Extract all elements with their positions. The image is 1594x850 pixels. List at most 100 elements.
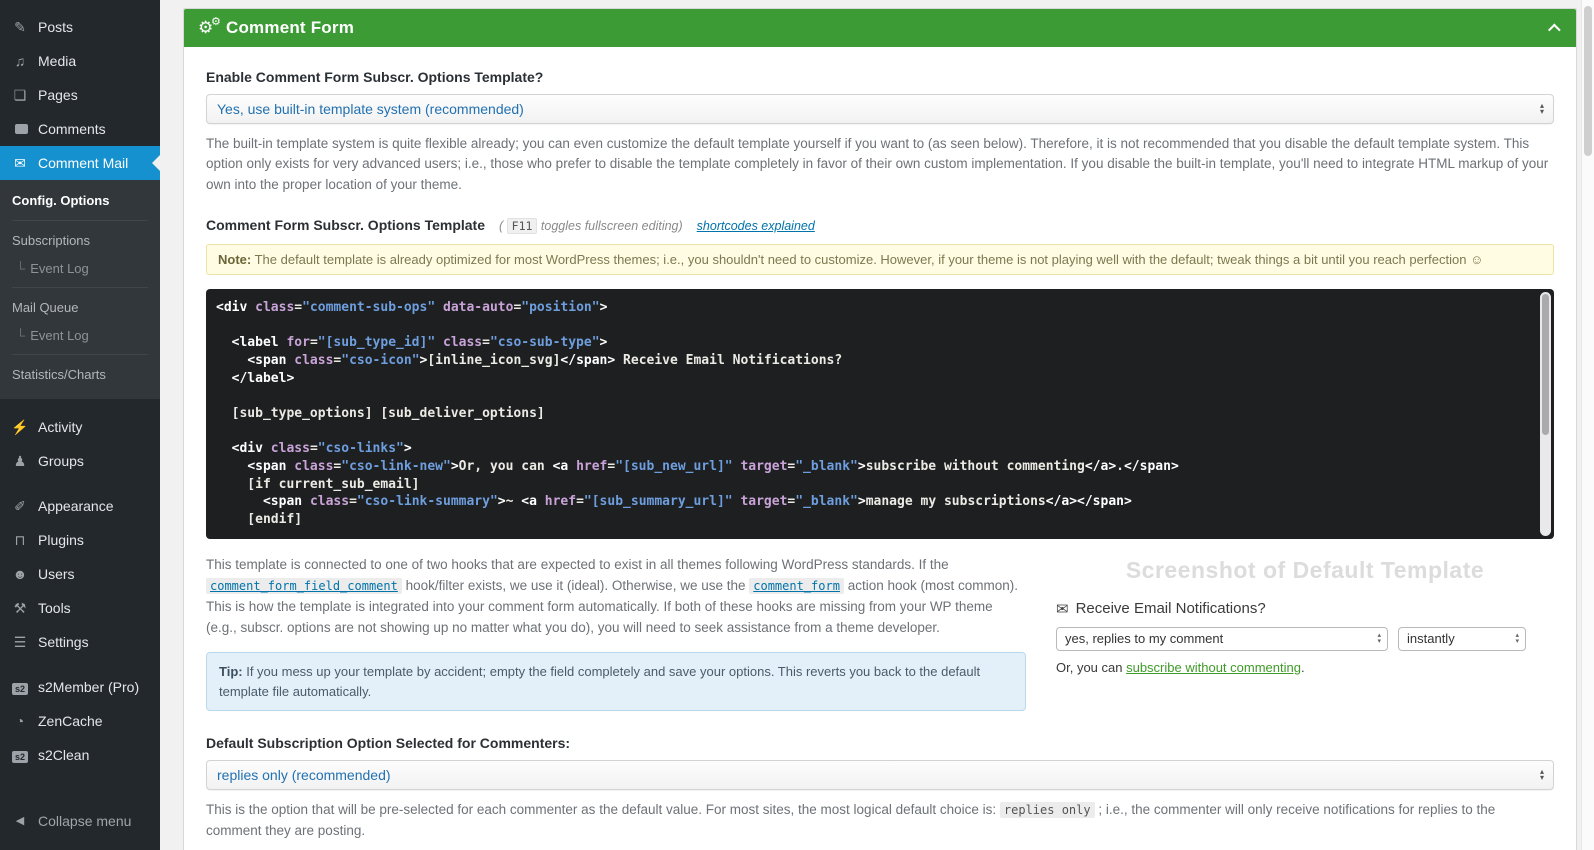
- sidebar-item-posts[interactable]: ✎ Posts: [0, 10, 160, 44]
- collapse-arrow-icon: ◀: [15, 814, 25, 827]
- comment-form-panel-header[interactable]: ⚙ ⚙ Comment Form: [184, 9, 1576, 47]
- groups-people-icon: ♟: [13, 453, 27, 469]
- preview-envelope-icon: ✉: [1056, 600, 1069, 618]
- tip-box: Tip: If you mess up your template by acc…: [206, 652, 1026, 712]
- sidebar-item-users[interactable]: ☻ Users: [0, 557, 160, 591]
- submenu-item-subscriptions-event-log[interactable]: └ Event Log: [0, 255, 160, 282]
- note-text: The default template is already optimize…: [251, 251, 1484, 267]
- sidebar-item-s2member-label: s2Member (Pro): [38, 679, 140, 695]
- fullscreen-hint: ( F11 toggles fullscreen editing): [499, 217, 683, 234]
- select-arrows-icon: ▴ ▾: [1539, 767, 1544, 783]
- sidebar-item-zencache[interactable]: ◔ ZenCache: [0, 704, 160, 738]
- preview-receive-notifications-label: ✉ Receive Email Notifications?: [1056, 600, 1266, 618]
- submenu-item-statistics-charts[interactable]: Statistics/Charts: [0, 360, 160, 389]
- default-subscription-option-label: Default Subscription Option Selected for…: [206, 735, 571, 752]
- note-box: Note: The default template is already op…: [206, 243, 1554, 275]
- admin-sidebar: ✎ Posts ♫ Media ❏ Pages Comments ✉ Comme…: [0, 0, 160, 850]
- main-content: ⚙ ⚙ Comment Form Enable Comment Form Sub…: [160, 0, 1594, 850]
- enable-template-select-value: Yes, use built-in template system (recom…: [217, 101, 524, 117]
- shortcodes-explained-link[interactable]: shortcodes explained: [697, 219, 815, 233]
- sidebar-item-appearance-label: Appearance: [38, 498, 114, 514]
- sidebar-item-comments[interactable]: Comments: [0, 112, 160, 146]
- submenu-item-mail-queue-event-log[interactable]: └ Event Log: [0, 322, 160, 349]
- tree-branch-icon: └: [16, 328, 26, 343]
- sidebar-item-settings[interactable]: ☰ Settings: [0, 625, 160, 659]
- sidebar-item-pages-label: Pages: [38, 87, 78, 103]
- preview-watermark-title: Screenshot of Default Template: [1125, 556, 1485, 583]
- sidebar-item-zencache-label: ZenCache: [38, 713, 103, 729]
- s2clean-logo-icon: s2: [11, 751, 28, 763]
- sidebar-item-media[interactable]: ♫ Media: [0, 44, 160, 78]
- pushpin-posts-icon: ✎: [14, 19, 26, 35]
- chevron-up-icon: [1547, 23, 1561, 36]
- submenu-separator: [12, 287, 148, 288]
- activity-bolt-icon: ⚡: [11, 419, 29, 435]
- f11-key-chip: F11: [506, 217, 538, 234]
- default-subscription-option-select[interactable]: replies only (recommended) ▴ ▾: [206, 760, 1554, 791]
- default-subscription-option-description: This is the option that will be pre-sele…: [206, 802, 1496, 838]
- enable-template-label: Enable Comment Form Subscr. Options Temp…: [206, 69, 544, 85]
- comment-form-field-comment-hook-link[interactable]: comment_form_field_comment: [206, 577, 402, 594]
- collapse-panel-button[interactable]: [1541, 17, 1562, 40]
- template-code-editor[interactable]: <div class="comment-sub-ops" data-auto="…: [206, 288, 1554, 539]
- replies-only-code-chip: replies only: [999, 802, 1095, 819]
- template-code[interactable]: <div class="comment-sub-ops" data-auto="…: [216, 299, 1526, 529]
- appearance-brush-icon: ✐: [14, 498, 26, 514]
- submenu-separator: [12, 354, 148, 355]
- comment-mail-submenu: Config. Options Subscriptions └ Event Log…: [0, 180, 160, 399]
- plugins-plug-icon: ⊓: [14, 532, 26, 548]
- sidebar-item-s2member[interactable]: s2 s2Member (Pro): [0, 670, 160, 704]
- below-editor-columns: This template is connected to one of two…: [206, 555, 1554, 712]
- sidebar-item-groups[interactable]: ♟ Groups: [0, 444, 160, 478]
- sidebar-item-posts-label: Posts: [38, 19, 74, 35]
- sidebar-item-activity[interactable]: ⚡ Activity: [0, 410, 160, 444]
- users-person-icon: ☻: [12, 566, 28, 582]
- preview-subscribe-line: Or, you can subscribe without commenting…: [1056, 659, 1305, 675]
- sidebar-item-plugins[interactable]: ⊓ Plugins: [0, 523, 160, 557]
- tip-label: Tip:: [219, 664, 243, 680]
- preview-delivery-select: instantly ▴ ▾: [1398, 626, 1526, 651]
- wordpress-admin-page: { "colors": { "sidebar_bg": "#23282d", "…: [0, 0, 1594, 850]
- speech-bubble-icon: [14, 124, 28, 134]
- enable-template-select[interactable]: Yes, use built-in template system (recom…: [206, 94, 1554, 124]
- page-scrollbar[interactable]: [1581, 0, 1594, 850]
- comment-form-panel: ⚙ ⚙ Comment Form Enable Comment Form Sub…: [183, 8, 1577, 850]
- sidebar-item-media-label: Media: [38, 53, 77, 69]
- settings-sliders-icon: ☰: [13, 634, 27, 650]
- template-heading: Comment Form Subscr. Options Template: [206, 216, 486, 233]
- preview-subscribe-link: subscribe without commenting: [1126, 659, 1301, 675]
- template-heading-row: Comment Form Subscr. Options Template ( …: [206, 216, 1554, 234]
- sidebar-item-groups-label: Groups: [38, 453, 84, 469]
- sidebar-item-comment-mail-label: Comment Mail: [38, 155, 129, 171]
- submenu-item-mail-queue[interactable]: Mail Queue: [0, 293, 160, 322]
- submenu-item-subscriptions[interactable]: Subscriptions: [0, 226, 160, 255]
- panel-title: Comment Form: [226, 18, 355, 37]
- sidebar-item-appearance[interactable]: ✐ Appearance: [0, 489, 160, 523]
- select-arrows-icon: ▴ ▾: [1539, 101, 1544, 116]
- default-template-preview: Screenshot of Default Template ✉ Receive…: [1056, 555, 1554, 712]
- sidebar-item-tools[interactable]: ⚒ Tools: [0, 591, 160, 625]
- submenu-item-config-options[interactable]: Config. Options: [0, 186, 160, 215]
- hooks-description: This template is connected to one of two…: [206, 556, 1019, 635]
- comment-form-hook-link[interactable]: comment_form: [749, 577, 844, 594]
- tip-text: If you mess up your template by accident…: [219, 664, 981, 699]
- collapse-menu-button[interactable]: ◀ Collapse menu: [0, 804, 160, 838]
- sidebar-item-comment-mail[interactable]: ✉ Comment Mail: [0, 146, 160, 180]
- note-label: Note:: [218, 251, 252, 267]
- pages-icon: ❏: [13, 87, 27, 103]
- page-scrollbar-thumb[interactable]: [1584, 6, 1592, 156]
- sidebar-item-s2clean[interactable]: s2 s2Clean: [0, 738, 160, 772]
- sidebar-item-tools-label: Tools: [38, 600, 71, 616]
- preview-subscription-type-select: yes, replies to my comment ▴ ▾: [1056, 626, 1388, 651]
- sidebar-item-settings-label: Settings: [38, 634, 89, 650]
- envelope-icon: ✉: [14, 155, 26, 171]
- code-editor-scrollbar-thumb[interactable]: [1542, 293, 1549, 436]
- media-icon: ♫: [14, 53, 26, 69]
- tools-hammer-icon: ⚒: [13, 600, 27, 616]
- code-editor-scrollbar[interactable]: [1540, 291, 1551, 536]
- sidebar-item-pages[interactable]: ❏ Pages: [0, 78, 160, 112]
- tree-branch-icon: └: [16, 261, 26, 276]
- gears-icon: ⚙ ⚙: [198, 16, 221, 37]
- s2member-logo-icon: s2: [11, 683, 28, 695]
- zencache-gauge-icon: ◔: [15, 713, 25, 729]
